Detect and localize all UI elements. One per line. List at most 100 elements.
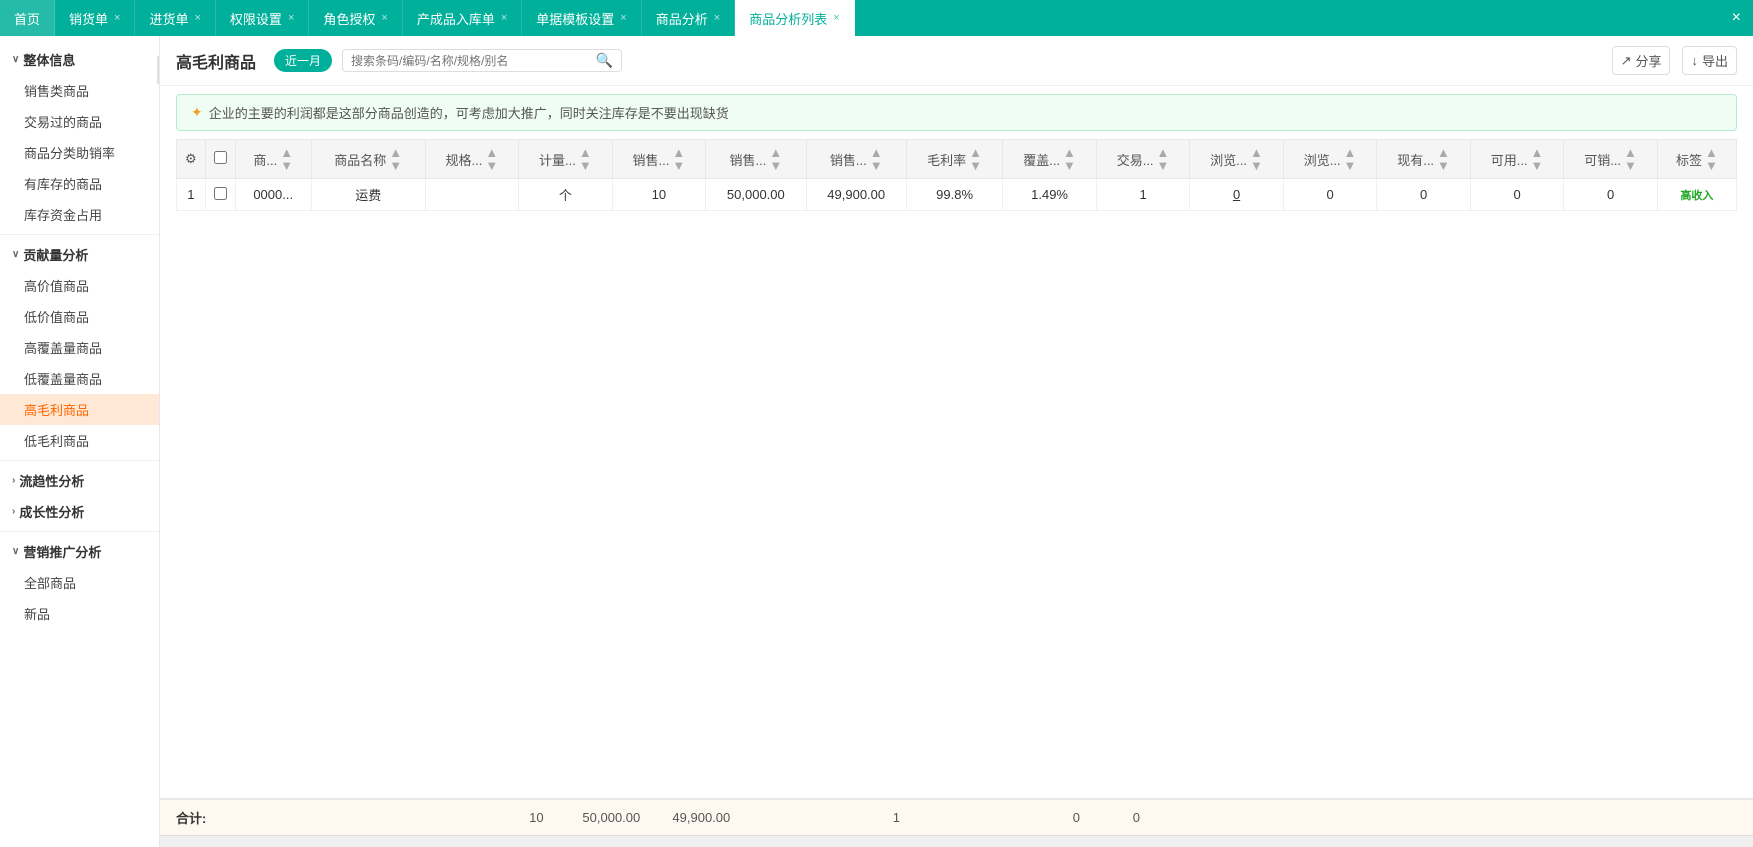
sidebar-item-high-coverage[interactable]: 高覆盖量商品 (0, 332, 159, 363)
search-input[interactable] (351, 54, 596, 68)
sidebar-item-low-coverage[interactable]: 低覆盖量商品 (0, 363, 159, 394)
sort-arrows-tag: ▲▼ (1705, 146, 1718, 172)
cell-name[interactable]: 运费 (311, 179, 425, 211)
sidebar-item-high-value[interactable]: 高价值商品 (0, 270, 159, 301)
footer-sales-amount: 50,000.00 (566, 810, 656, 825)
sidebar-section-trend[interactable]: › 流趋性分析 (0, 465, 159, 496)
close-product-analysis[interactable]: × (714, 12, 720, 24)
cell-sales-amount: 50,000.00 (706, 179, 806, 211)
close-all-tabs[interactable]: × (1720, 9, 1753, 27)
footer-browse1 (926, 810, 986, 825)
sort-arrows-browse2: ▲▼ (1344, 146, 1357, 172)
nav-permission-settings[interactable]: 权限设置 × (216, 0, 309, 36)
col-code[interactable]: 商... ▲▼ (235, 140, 311, 179)
cell-tag: 高收入 (1657, 179, 1736, 211)
table-container: ⚙ 商... ▲▼ 商品名称 ▲▼ (160, 139, 1753, 798)
sidebar-item-low-margin[interactable]: 低毛利商品 (0, 425, 159, 456)
footer-current-stock: 0 (1046, 810, 1106, 825)
sort-arrows-coverage: ▲▼ (1063, 146, 1076, 172)
close-role-auth[interactable]: × (381, 12, 387, 24)
sidebar-section-marketing[interactable]: ∨ 营销推广分析 (0, 536, 159, 567)
close-template-settings[interactable]: × (620, 12, 626, 24)
cell-unit: 个 (519, 179, 613, 211)
col-transactions[interactable]: 交易... ▲▼ (1096, 140, 1190, 179)
sidebar-divider-2 (0, 460, 159, 461)
cell-available-stock: 0 (1470, 179, 1564, 211)
col-coverage[interactable]: 覆盖... ▲▼ (1003, 140, 1097, 179)
col-current-stock[interactable]: 现有... ▲▼ (1377, 140, 1471, 179)
sidebar-item-new-goods[interactable]: 新品 (0, 598, 159, 629)
close-product-warehouse[interactable]: × (501, 12, 507, 24)
sidebar-section-contribution[interactable]: ∨ 贡献量分析 (0, 239, 159, 270)
cell-browse1[interactable]: 0 (1190, 179, 1284, 211)
sidebar-section-growth[interactable]: › 成长性分析 (0, 496, 159, 527)
close-product-analysis-list[interactable]: × (833, 12, 839, 24)
cell-sales-qty: 10 (612, 179, 706, 211)
close-purchase-order[interactable]: × (194, 12, 200, 24)
main-layout: « ∨ 整体信息 销售类商品 交易过的商品 商品分类助销率 有库存的商品 库存资… (0, 36, 1753, 847)
sidebar-item-low-value[interactable]: 低价值商品 (0, 301, 159, 332)
horizontal-scrollbar[interactable] (160, 835, 1753, 847)
col-available-stock[interactable]: 可用... ▲▼ (1470, 140, 1564, 179)
section-arrow-overall: ∨ (12, 54, 19, 65)
nav-product-analysis[interactable]: 商品分析 × (642, 0, 735, 36)
sort-arrows-unit: ▲▼ (579, 146, 592, 172)
col-settings[interactable]: ⚙ (177, 140, 206, 179)
cell-browse2: 0 (1283, 179, 1377, 211)
sidebar-divider-3 (0, 531, 159, 532)
search-icon[interactable]: 🔍 (596, 52, 613, 69)
nav-purchase-order[interactable]: 进货单 × (135, 0, 215, 36)
nav-product-analysis-list[interactable]: 商品分析列表 × (735, 0, 854, 36)
share-icon: ↗ (1621, 53, 1632, 69)
nav-sales-order[interactable]: 销货单 × (55, 0, 135, 36)
sidebar-item-in-stock-goods[interactable]: 有库存的商品 (0, 168, 159, 199)
close-sales-order[interactable]: × (114, 12, 120, 24)
sidebar-item-all-goods[interactable]: 全部商品 (0, 567, 159, 598)
cell-transactions: 1 (1096, 179, 1190, 211)
col-spec[interactable]: 规格... ▲▼ (425, 140, 519, 179)
sidebar-item-stock-capital[interactable]: 库存资金占用 (0, 199, 159, 230)
section-arrow-marketing: ∨ (12, 546, 19, 557)
table-header-row: ⚙ 商... ▲▼ 商品名称 ▲▼ (177, 140, 1737, 179)
share-button[interactable]: ↗ 分享 (1612, 46, 1671, 75)
sidebar-section-overall[interactable]: ∨ 整体信息 (0, 44, 159, 75)
col-name[interactable]: 商品名称 ▲▼ (311, 140, 425, 179)
export-icon: ↓ (1691, 53, 1698, 68)
col-browse2[interactable]: 浏览... ▲▼ (1283, 140, 1377, 179)
footer-browse2 (986, 810, 1046, 825)
nav-role-auth[interactable]: 角色授权 × (309, 0, 402, 36)
nav-product-warehouse[interactable]: 产成品入库单 × (403, 0, 522, 36)
col-unit[interactable]: 计量... ▲▼ (519, 140, 613, 179)
nav-template-settings[interactable]: 单据模板设置 × (522, 0, 641, 36)
sidebar-item-category-rate[interactable]: 商品分类助销率 (0, 137, 159, 168)
content-header: 高毛利商品 近一月 🔍 ↗ 分享 ↓ 导出 (160, 36, 1753, 86)
sidebar-item-traded-goods[interactable]: 交易过的商品 (0, 106, 159, 137)
section-arrow-trend: › (12, 475, 15, 486)
footer-available-stock: 0 (1106, 810, 1166, 825)
cell-code[interactable]: 0000... (235, 179, 311, 211)
row-checkbox[interactable] (214, 187, 227, 200)
nav-home[interactable]: 首页 (0, 0, 55, 36)
sidebar-item-sales-goods[interactable]: 销售类商品 (0, 75, 159, 106)
info-banner: ✦ 企业的主要的利润都是这部分商品创造的，可考虑加大推广，同时关注库存是不要出现… (176, 94, 1737, 131)
col-sellable-stock[interactable]: 可销... ▲▼ (1564, 140, 1658, 179)
col-gross-rate[interactable]: 毛利率 ▲▼ (906, 140, 1002, 179)
col-browse1[interactable]: 浏览... ▲▼ (1190, 140, 1284, 179)
info-icon: ✦ (191, 104, 203, 121)
section-arrow-growth: › (12, 506, 15, 517)
sidebar-item-high-margin[interactable]: 高毛利商品 (0, 394, 159, 425)
col-sales-cost[interactable]: 销售... ▲▼ (806, 140, 906, 179)
sort-arrows-sales-qty: ▲▼ (672, 146, 685, 172)
sidebar-toggle[interactable]: « (157, 56, 160, 84)
col-tag[interactable]: 标签 ▲▼ (1657, 140, 1736, 179)
close-permission-settings[interactable]: × (288, 12, 294, 24)
col-sales-qty[interactable]: 销售... ▲▼ (612, 140, 706, 179)
footer-values: 10 50,000.00 49,900.00 1 0 0 (226, 810, 1737, 825)
select-all-checkbox[interactable] (214, 151, 227, 164)
section-arrow-contribution: ∨ (12, 249, 19, 260)
cell-index: 1 (177, 179, 206, 211)
col-sales-amount[interactable]: 销售... ▲▼ (706, 140, 806, 179)
export-button[interactable]: ↓ 导出 (1682, 46, 1737, 75)
filter-recent-month[interactable]: 近一月 (274, 49, 332, 72)
col-checkbox (205, 140, 235, 179)
